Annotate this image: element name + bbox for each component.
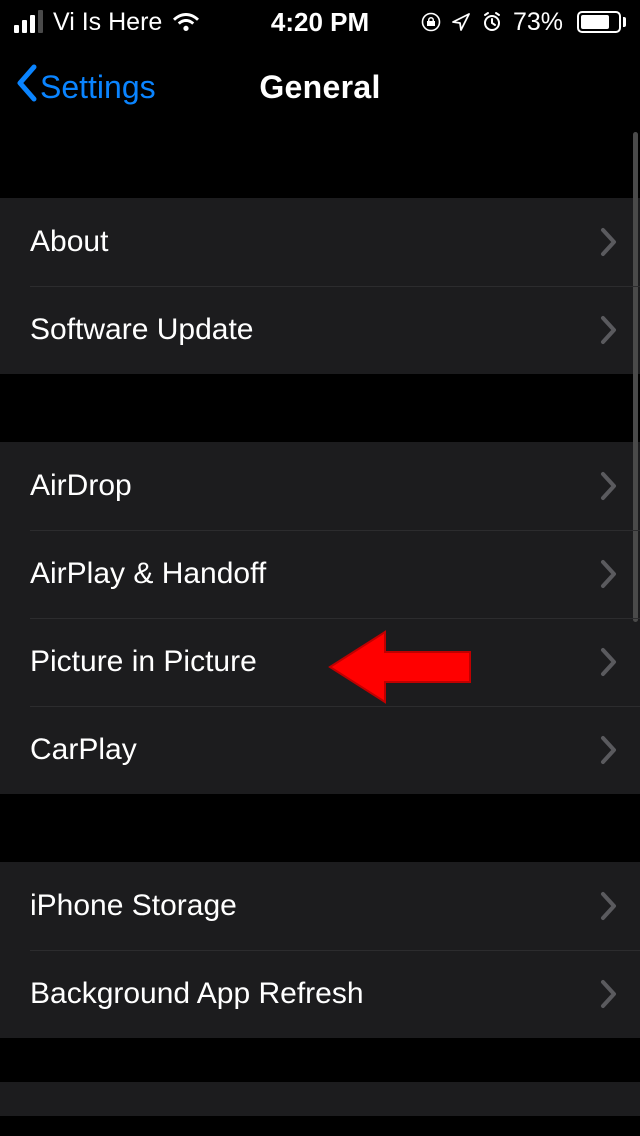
- carrier-label: Vi Is Here: [53, 8, 162, 37]
- row-label: Background App Refresh: [30, 977, 364, 1011]
- alarm-icon: [481, 11, 503, 33]
- row-label: CarPlay: [30, 733, 137, 767]
- row-airplay-handoff[interactable]: AirPlay & Handoff: [0, 530, 640, 618]
- status-bar: Vi Is Here 4:20 PM 73%: [0, 0, 640, 44]
- rotation-lock-icon: [421, 12, 441, 32]
- settings-group-partial: [0, 1082, 640, 1116]
- row-label: iPhone Storage: [30, 889, 237, 923]
- chevron-right-icon: [600, 735, 618, 765]
- settings-group-1: About Software Update: [0, 198, 640, 374]
- wifi-icon: [172, 11, 200, 33]
- settings-group-2: AirDrop AirPlay & Handoff Picture in Pic…: [0, 442, 640, 794]
- chevron-right-icon: [600, 559, 618, 589]
- row-airdrop[interactable]: AirDrop: [0, 442, 640, 530]
- row-label: Software Update: [30, 313, 253, 347]
- row-label: AirDrop: [30, 469, 132, 503]
- back-button[interactable]: Settings: [14, 63, 156, 111]
- chevron-right-icon: [600, 315, 618, 345]
- row-label: About: [30, 225, 108, 259]
- settings-group-3: iPhone Storage Background App Refresh: [0, 862, 640, 1038]
- row-iphone-storage[interactable]: iPhone Storage: [0, 862, 640, 950]
- cellular-signal-icon: [14, 11, 43, 33]
- row-label: AirPlay & Handoff: [30, 557, 266, 591]
- battery-percentage: 73%: [513, 8, 563, 37]
- row-background-app-refresh[interactable]: Background App Refresh: [0, 950, 640, 1038]
- chevron-right-icon: [600, 979, 618, 1009]
- chevron-right-icon: [600, 891, 618, 921]
- row-picture-in-picture[interactable]: Picture in Picture: [0, 618, 640, 706]
- navigation-bar: Settings General: [0, 44, 640, 130]
- page-title: General: [259, 69, 380, 106]
- chevron-right-icon: [600, 227, 618, 257]
- row-software-update[interactable]: Software Update: [0, 286, 640, 374]
- chevron-left-icon: [14, 63, 40, 111]
- location-icon: [451, 12, 471, 32]
- chevron-right-icon: [600, 471, 618, 501]
- row-carplay[interactable]: CarPlay: [0, 706, 640, 794]
- battery-icon: [577, 11, 626, 33]
- back-label: Settings: [40, 69, 156, 106]
- row-about[interactable]: About: [0, 198, 640, 286]
- row-label: Picture in Picture: [30, 645, 257, 679]
- chevron-right-icon: [600, 647, 618, 677]
- clock-time: 4:20 PM: [271, 7, 369, 38]
